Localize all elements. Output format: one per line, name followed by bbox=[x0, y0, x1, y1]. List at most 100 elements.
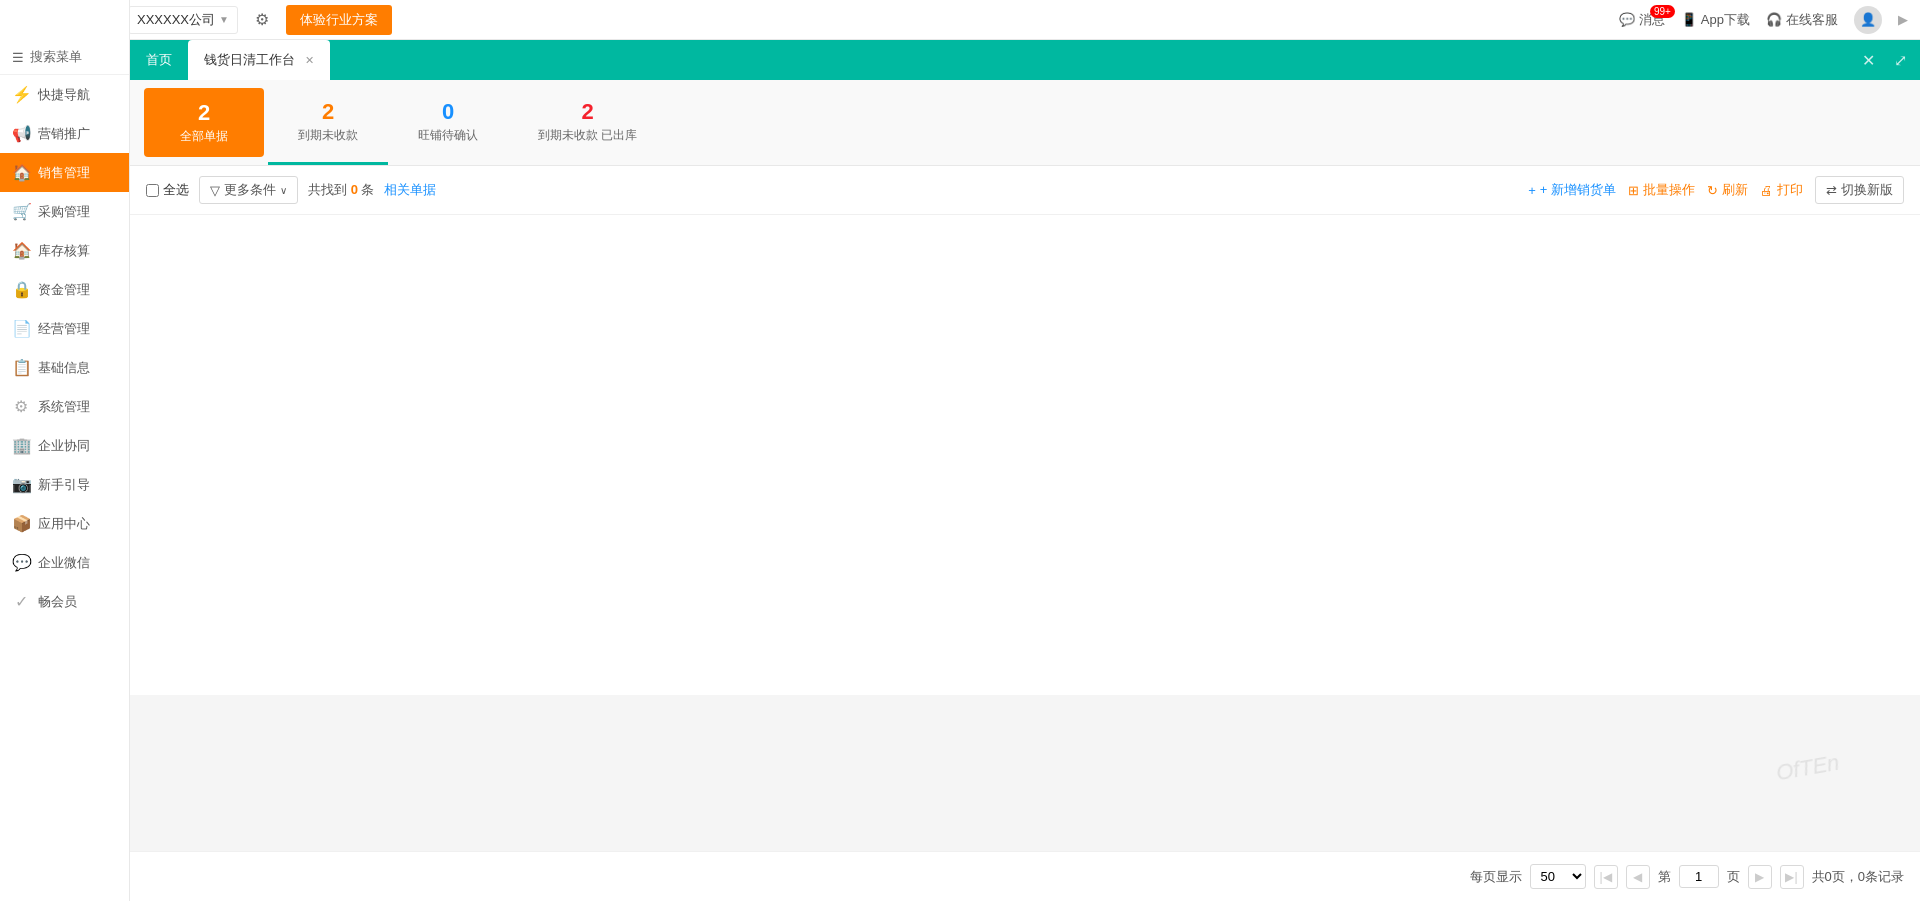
content-area: 2 全部单据 2 到期未收款 0 旺铺待确认 2 到期未收款 已出库 全选 bbox=[130, 80, 1920, 695]
table-area bbox=[130, 215, 1920, 695]
page-prev-button[interactable]: ◀ bbox=[1626, 865, 1650, 889]
trial-button[interactable]: 体验行业方案 bbox=[286, 5, 392, 35]
stat-count-overdue-shipped: 2 bbox=[582, 99, 594, 125]
avatar[interactable]: 👤 bbox=[1854, 6, 1882, 34]
found-text: 共找到 0 条 bbox=[308, 181, 374, 199]
search-menu-button[interactable]: ☰ 搜索菜单 bbox=[0, 40, 129, 75]
sidebar-item-label: 采购管理 bbox=[38, 203, 90, 221]
print-icon: 🖨 bbox=[1760, 183, 1773, 198]
tab-maximize-button[interactable]: ⤢ bbox=[1888, 48, 1912, 72]
toolbar-right: + + 新增销货单 ⊞ 批量操作 ↻ 刷新 🖨 打印 ⇄ 切换新版 bbox=[1528, 176, 1904, 204]
sidebar-item-label: 经营管理 bbox=[38, 320, 90, 338]
service-icon: 🎧 bbox=[1766, 12, 1782, 27]
refresh-button[interactable]: ↻ 刷新 bbox=[1707, 181, 1748, 199]
sidebar-item-sales[interactable]: 🏠 销售管理 bbox=[0, 153, 129, 192]
sidebar-item-marketing[interactable]: 📢 营销推广 bbox=[0, 114, 129, 153]
sidebar-item-member[interactable]: ✓ 畅会员 bbox=[0, 582, 129, 621]
username-text: ▶ bbox=[1898, 12, 1908, 27]
sidebar-item-inventory[interactable]: 🏠 库存核算 bbox=[0, 231, 129, 270]
refresh-label: 刷新 bbox=[1722, 181, 1748, 199]
search-menu-label: 搜索菜单 bbox=[30, 48, 82, 66]
stat-tab-overdue[interactable]: 2 到期未收款 bbox=[268, 80, 388, 165]
messages-button[interactable]: 💬 消息 99+ bbox=[1619, 11, 1665, 29]
tab-cash-flow-label: 钱货日清工作台 bbox=[204, 51, 295, 69]
tab-home[interactable]: 首页 bbox=[130, 40, 188, 80]
stat-tab-overdue-shipped[interactable]: 2 到期未收款 已出库 bbox=[508, 80, 667, 165]
settings-button[interactable]: ⚙ bbox=[248, 6, 276, 34]
batch-label: 批量操作 bbox=[1643, 181, 1695, 199]
cart-icon: 🛒 bbox=[12, 202, 30, 221]
sidebar-item-label: 库存核算 bbox=[38, 242, 90, 260]
gear-icon: ⚙ bbox=[255, 10, 269, 29]
header-right: 💬 消息 99+ 📱 App下载 🎧 在线客服 👤 ▶ bbox=[1619, 6, 1908, 34]
sidebar-item-quick-nav[interactable]: ⚡ 快捷导航 bbox=[0, 75, 129, 114]
sidebar: ☰ 搜索菜单 ⚡ 快捷导航 📢 营销推广 🏠 销售管理 🛒 采购管理 🏠 库存核… bbox=[0, 0, 130, 901]
stat-label-all: 全部单据 bbox=[180, 128, 228, 145]
tab-cash-flow[interactable]: 钱货日清工作台 ✕ bbox=[188, 40, 330, 80]
online-service-button[interactable]: 🎧 在线客服 bbox=[1766, 11, 1838, 29]
print-button[interactable]: 🖨 打印 bbox=[1760, 181, 1803, 199]
found-prefix: 共找到 bbox=[308, 182, 347, 197]
sidebar-item-system[interactable]: ⚙ 系统管理 bbox=[0, 387, 129, 426]
found-count: 0 bbox=[351, 182, 358, 197]
sidebar-item-label: 基础信息 bbox=[38, 359, 90, 377]
toolbar: 全选 ▽ 更多条件 ∨ 共找到 0 条 相关单据 + + 新增销货单 bbox=[130, 166, 1920, 215]
filter-button[interactable]: ▽ 更多条件 ∨ bbox=[199, 176, 298, 204]
sidebar-item-label: 快捷导航 bbox=[38, 86, 90, 104]
sidebar-item-label: 系统管理 bbox=[38, 398, 90, 416]
add-icon: + bbox=[1528, 183, 1536, 198]
page-size-select[interactable]: 50 10 20 100 bbox=[1530, 864, 1586, 889]
member-icon: ✓ bbox=[12, 592, 30, 611]
clipboard-icon: 📋 bbox=[12, 358, 30, 377]
page-next-button[interactable]: ▶ bbox=[1748, 865, 1772, 889]
stat-count-overdue: 2 bbox=[322, 99, 334, 125]
megaphone-icon: 📢 bbox=[12, 124, 30, 143]
online-service-label: 在线客服 bbox=[1786, 11, 1838, 29]
sidebar-item-label: 畅会员 bbox=[38, 593, 77, 611]
tab-home-label: 首页 bbox=[146, 51, 172, 69]
guide-icon: 📷 bbox=[12, 475, 30, 494]
app-download-button[interactable]: 📱 App下载 bbox=[1681, 11, 1750, 29]
tab-close-window-button[interactable]: ✕ bbox=[1856, 48, 1880, 72]
sidebar-item-basic-info[interactable]: 📋 基础信息 bbox=[0, 348, 129, 387]
sidebar-item-operations[interactable]: 📄 经营管理 bbox=[0, 309, 129, 348]
sidebar-item-purchase[interactable]: 🛒 采购管理 bbox=[0, 192, 129, 231]
select-all-label: 全选 bbox=[163, 181, 189, 199]
search-icon: ☰ bbox=[12, 50, 24, 65]
sidebar-item-guide[interactable]: 📷 新手引导 bbox=[0, 465, 129, 504]
sidebar-item-label: 企业微信 bbox=[38, 554, 90, 572]
select-all-input[interactable] bbox=[146, 184, 159, 197]
sidebar-item-corp-wechat[interactable]: 💬 企业微信 bbox=[0, 543, 129, 582]
page-size-label: 每页显示 bbox=[1470, 868, 1522, 886]
select-all-checkbox[interactable]: 全选 bbox=[146, 181, 189, 199]
page-last-button[interactable]: ▶| bbox=[1780, 865, 1804, 889]
page-input[interactable] bbox=[1679, 865, 1719, 888]
username-display: ▶ bbox=[1898, 12, 1908, 27]
page-label: 第 bbox=[1658, 868, 1671, 886]
company-selector[interactable]: XXXXXX公司 ▼ bbox=[128, 6, 238, 34]
stat-tab-all[interactable]: 2 全部单据 bbox=[144, 88, 264, 157]
stat-label-pending: 旺铺待确认 bbox=[418, 127, 478, 144]
related-documents-link[interactable]: 相关单据 bbox=[384, 181, 436, 199]
filter-arrow-icon: ∨ bbox=[280, 185, 287, 196]
header: 6 畅捷通好生意 标准版 XXXXXX公司 ▼ ⚙ 体验行业方案 💬 消息 99… bbox=[0, 0, 1920, 40]
stat-tab-pending[interactable]: 0 旺铺待确认 bbox=[388, 80, 508, 165]
sidebar-item-app-center[interactable]: 📦 应用中心 bbox=[0, 504, 129, 543]
switch-version-button[interactable]: ⇄ 切换新版 bbox=[1815, 176, 1904, 204]
pagination-bar: 每页显示 50 10 20 100 |◀ ◀ 第 页 ▶ ▶| 共0页，0条记录 bbox=[130, 851, 1920, 901]
sidebar-item-funds[interactable]: 🔒 资金管理 bbox=[0, 270, 129, 309]
avatar-icon: 👤 bbox=[1860, 12, 1876, 27]
stat-count-pending: 0 bbox=[442, 99, 454, 125]
page-first-button[interactable]: |◀ bbox=[1594, 865, 1618, 889]
batch-operation-button[interactable]: ⊞ 批量操作 bbox=[1628, 181, 1695, 199]
tab-close-icon[interactable]: ✕ bbox=[305, 54, 314, 67]
dropdown-arrow-icon: ▼ bbox=[219, 14, 229, 25]
page-total: 共0页，0条记录 bbox=[1812, 868, 1904, 886]
stats-tabs-wrapper: 2 全部单据 2 到期未收款 0 旺铺待确认 2 到期未收款 已出库 bbox=[130, 80, 1920, 166]
company-name: XXXXXX公司 bbox=[137, 11, 215, 29]
toolbar-left: 全选 ▽ 更多条件 ∨ 共找到 0 条 相关单据 bbox=[146, 176, 1516, 204]
sidebar-item-corp-collab[interactable]: 🏢 企业协同 bbox=[0, 426, 129, 465]
add-sales-order-button[interactable]: + + 新增销货单 bbox=[1528, 181, 1616, 199]
app-icon: 📦 bbox=[12, 514, 30, 533]
sidebar-item-label: 应用中心 bbox=[38, 515, 90, 533]
